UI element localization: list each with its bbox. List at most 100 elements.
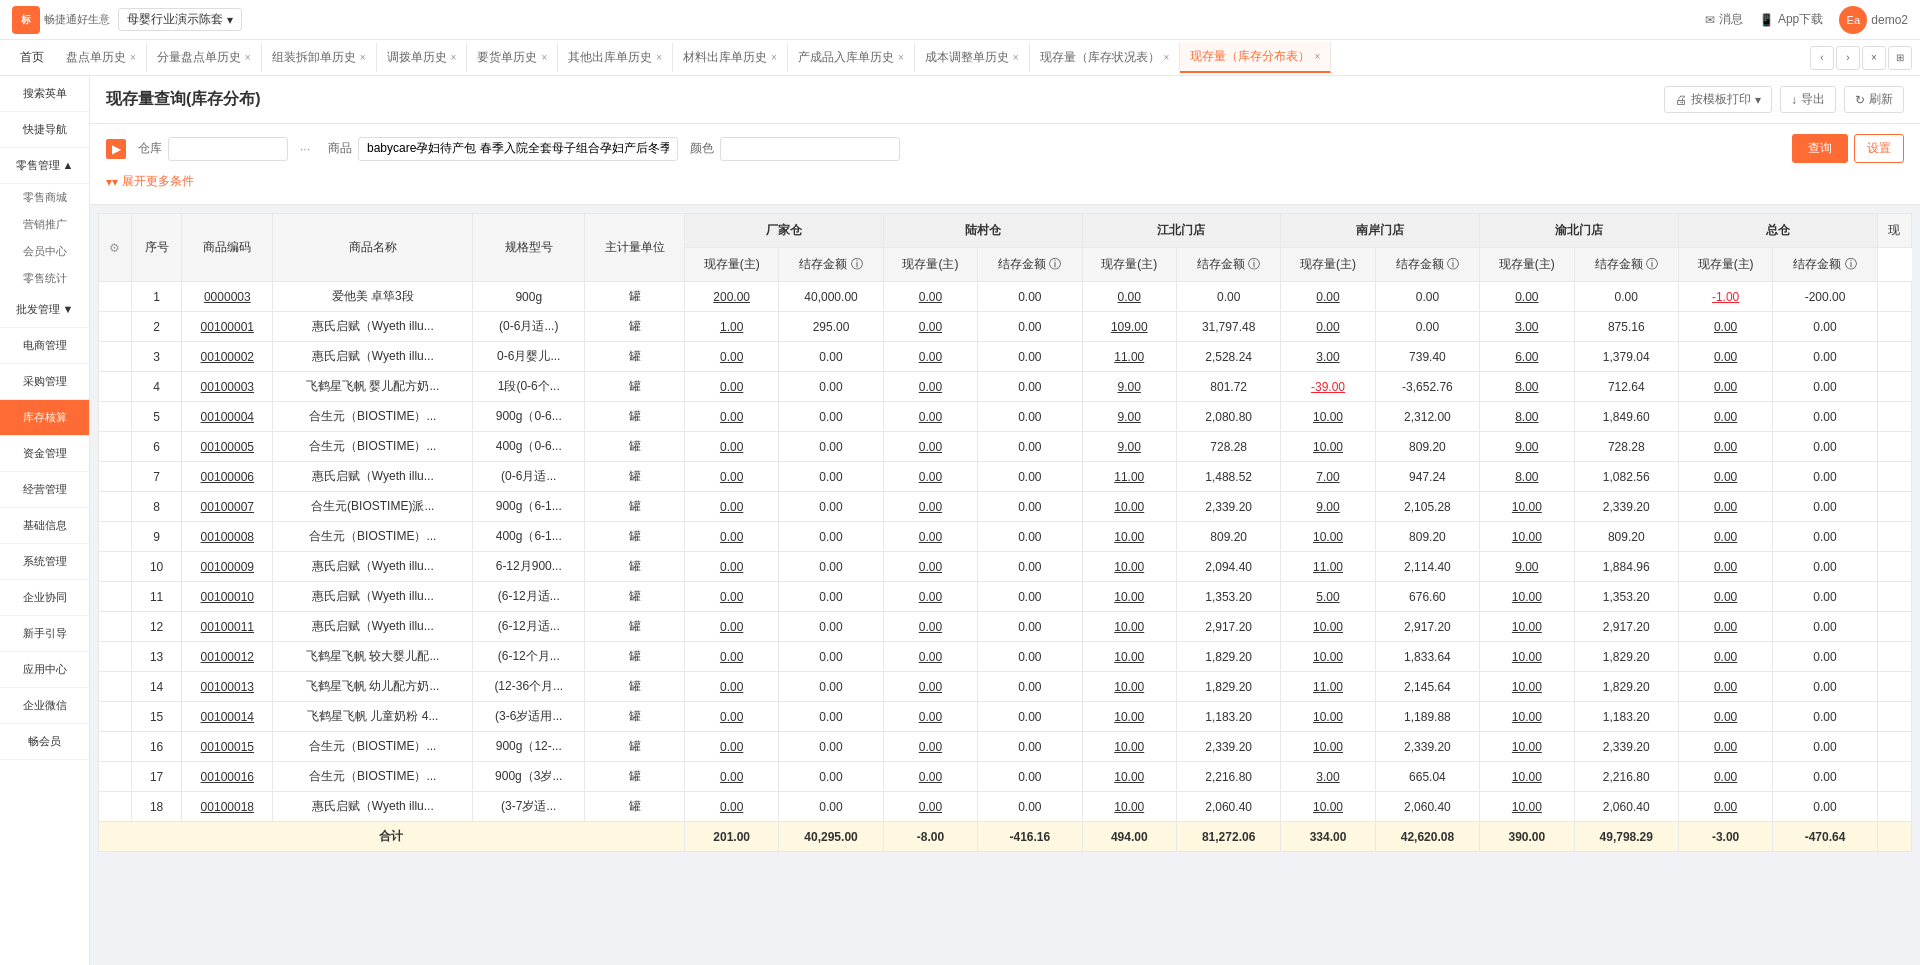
sidebar-item-enterprise[interactable]: 企业协同 — [0, 580, 89, 616]
cell-code: 00100014 — [182, 702, 273, 732]
tab-xiancunliang-status[interactable]: 现存量（库存状况表） × — [1030, 43, 1181, 72]
sidebar-item-appcenter[interactable]: 应用中心 — [0, 652, 89, 688]
th-spec: 规格型号 — [473, 214, 585, 282]
cell-check — [99, 792, 132, 822]
sidebar-item-nav[interactable]: 快捷导航 — [0, 112, 89, 148]
cell-land-amt: 0.00 — [978, 462, 1082, 492]
th-factory: 厂家仓 — [684, 214, 883, 248]
cell-total-qty: 0.00 — [1678, 552, 1772, 582]
tab-zuzhuan[interactable]: 组装拆卸单历史 × — [262, 43, 377, 72]
sidebar-item-member2[interactable]: 畅会员 — [0, 724, 89, 760]
tab-close-icon[interactable]: × — [245, 52, 251, 63]
cell-jiangbei-qty: 10.00 — [1082, 582, 1176, 612]
warehouse-input[interactable] — [168, 137, 288, 161]
tab-close-icon[interactable]: × — [656, 52, 662, 63]
cell-unit: 罐 — [585, 342, 685, 372]
sidebar-item-inventory[interactable]: 库存核算 — [0, 400, 89, 436]
tab-chancheng[interactable]: 产成品入库单历史 × — [788, 43, 915, 72]
cell-factory-amt: 0.00 — [779, 762, 883, 792]
cell-factory-qty: 0.00 — [684, 342, 778, 372]
table-row: 1 0000003 爱他美 卓筚3段 900g 罐 200.00 40,000.… — [99, 282, 1912, 312]
tab-prev-btn[interactable]: ‹ — [1810, 46, 1834, 70]
sidebar-item-retail-mgmt[interactable]: 零售管理 ▲ — [0, 148, 89, 184]
summary-extra — [1877, 822, 1911, 852]
cell-nanan-qty: 3.00 — [1281, 342, 1375, 372]
sidebar-item-weixin[interactable]: 企业微信 — [0, 688, 89, 724]
tab-close-icon[interactable]: × — [130, 52, 136, 63]
tab-close-icon[interactable]: × — [541, 52, 547, 63]
tab-chengben[interactable]: 成本调整单历史 × — [915, 43, 1030, 72]
tab-cailiao[interactable]: 材料出库单历史 × — [673, 43, 788, 72]
sidebar-item-search[interactable]: 搜索英单 — [0, 76, 89, 112]
tab-fullscreen-btn[interactable]: ⊞ — [1888, 46, 1912, 70]
sidebar-item-retail-stats[interactable]: 零售统计 — [0, 265, 89, 292]
tab-home[interactable]: 首页 — [8, 43, 56, 72]
summary-yubei-amt: 49,798.29 — [1574, 822, 1678, 852]
user-profile[interactable]: Ea demo2 — [1839, 6, 1908, 34]
gear-icon[interactable]: ⚙ — [109, 241, 120, 255]
sidebar-item-member[interactable]: 会员中心 — [0, 238, 89, 265]
cell-factory-qty: 200.00 — [684, 282, 778, 312]
print-btn[interactable]: 🖨 按模板打印 ▾ — [1664, 86, 1772, 113]
sidebar-item-purchase[interactable]: 采购管理 — [0, 364, 89, 400]
warehouse-dots-btn[interactable]: ··· — [294, 140, 316, 158]
cell-yubei-amt: 1,829.20 — [1574, 672, 1678, 702]
sidebar-item-ecommerce[interactable]: 电商管理 — [0, 328, 89, 364]
sidebar-item-finance[interactable]: 资金管理 — [0, 436, 89, 472]
tab-xiancunliang-dist[interactable]: 现存量（库存分布表） × — [1180, 42, 1331, 73]
tab-close-icon[interactable]: × — [1164, 52, 1170, 63]
export-icon: ↓ — [1791, 93, 1797, 107]
cell-factory-amt: 0.00 — [779, 672, 883, 702]
tab-qitachu[interactable]: 其他出库单历史 × — [558, 43, 673, 72]
sidebar-item-system[interactable]: 系统管理 — [0, 544, 89, 580]
sidebar-item-newbie[interactable]: 新手引导 — [0, 616, 89, 652]
tab-close-icon[interactable]: × — [1013, 52, 1019, 63]
tab-close-all-btn[interactable]: × — [1862, 46, 1886, 70]
table-row: 3 00100002 惠氏启赋（Wyeth illu... 0-6月婴儿... … — [99, 342, 1912, 372]
tab-yaohuo[interactable]: 要货单历史 × — [467, 43, 558, 72]
tab-fenpandian[interactable]: 分量盘点单历史 × — [147, 43, 262, 72]
tab-pandian[interactable]: 盘点单历史 × — [56, 43, 147, 72]
table-row: 4 00100003 飞鹤星飞帆 婴儿配方奶... 1段(0-6个... 罐 0… — [99, 372, 1912, 402]
sidebar-item-marketing[interactable]: 营销推广 — [0, 211, 89, 238]
cell-land-qty: 0.00 — [883, 372, 977, 402]
industry-select[interactable]: 母婴行业演示陈套 ▾ — [118, 8, 242, 31]
cell-name: 惠氏启赋（Wyeth illu... — [273, 582, 473, 612]
search-button[interactable]: 查询 — [1792, 134, 1848, 163]
industry-label: 母婴行业演示陈套 — [127, 11, 223, 28]
color-input[interactable] — [720, 137, 900, 161]
export-btn[interactable]: ↓ 导出 — [1780, 86, 1836, 113]
tab-diaob[interactable]: 调拨单历史 × — [377, 43, 468, 72]
cell-land-qty: 0.00 — [883, 642, 977, 672]
goods-input[interactable] — [358, 137, 678, 161]
sidebar-item-wholesale[interactable]: 批发管理 ▼ — [0, 292, 89, 328]
table-row: 7 00100006 惠氏启赋（Wyeth illu... (0-6月适... … — [99, 462, 1912, 492]
expand-arrow[interactable]: ▶ — [106, 139, 126, 159]
sidebar-item-retail-mall[interactable]: 零售商城 — [0, 184, 89, 211]
refresh-btn[interactable]: ↻ 刷新 — [1844, 86, 1904, 113]
tab-close-icon[interactable]: × — [1314, 51, 1320, 62]
tab-close-icon[interactable]: × — [451, 52, 457, 63]
sidebar-item-basic[interactable]: 基础信息 — [0, 508, 89, 544]
cell-yubei-amt: 2,060.40 — [1574, 792, 1678, 822]
tab-close-icon[interactable]: × — [898, 52, 904, 63]
tab-close-icon[interactable]: × — [771, 52, 777, 63]
tab-close-icon[interactable]: × — [360, 52, 366, 63]
refresh-label: 刷新 — [1869, 91, 1893, 108]
setting-button[interactable]: 设置 — [1854, 134, 1904, 163]
th-yubei-qty: 现存量(主) — [1480, 248, 1574, 282]
cell-yubei-amt: 875.16 — [1574, 312, 1678, 342]
cell-factory-qty: 0.00 — [684, 672, 778, 702]
cell-extra — [1877, 402, 1911, 432]
expand-conditions-btn[interactable]: ▾▾ 展开更多条件 — [106, 169, 1904, 194]
sidebar-item-operations[interactable]: 经营管理 — [0, 472, 89, 508]
th-land: 陆村仓 — [883, 214, 1082, 248]
message-btn[interactable]: ✉ 消息 — [1705, 11, 1743, 28]
th-no: 序号 — [131, 214, 182, 282]
cell-name: 惠氏启赋（Wyeth illu... — [273, 552, 473, 582]
refresh-icon: ↻ — [1855, 93, 1865, 107]
th-jiangbei: 江北门店 — [1082, 214, 1281, 248]
app-download-btn[interactable]: 📱 App下载 — [1759, 11, 1823, 28]
cell-yubei-qty: 3.00 — [1480, 312, 1574, 342]
tab-next-btn[interactable]: › — [1836, 46, 1860, 70]
